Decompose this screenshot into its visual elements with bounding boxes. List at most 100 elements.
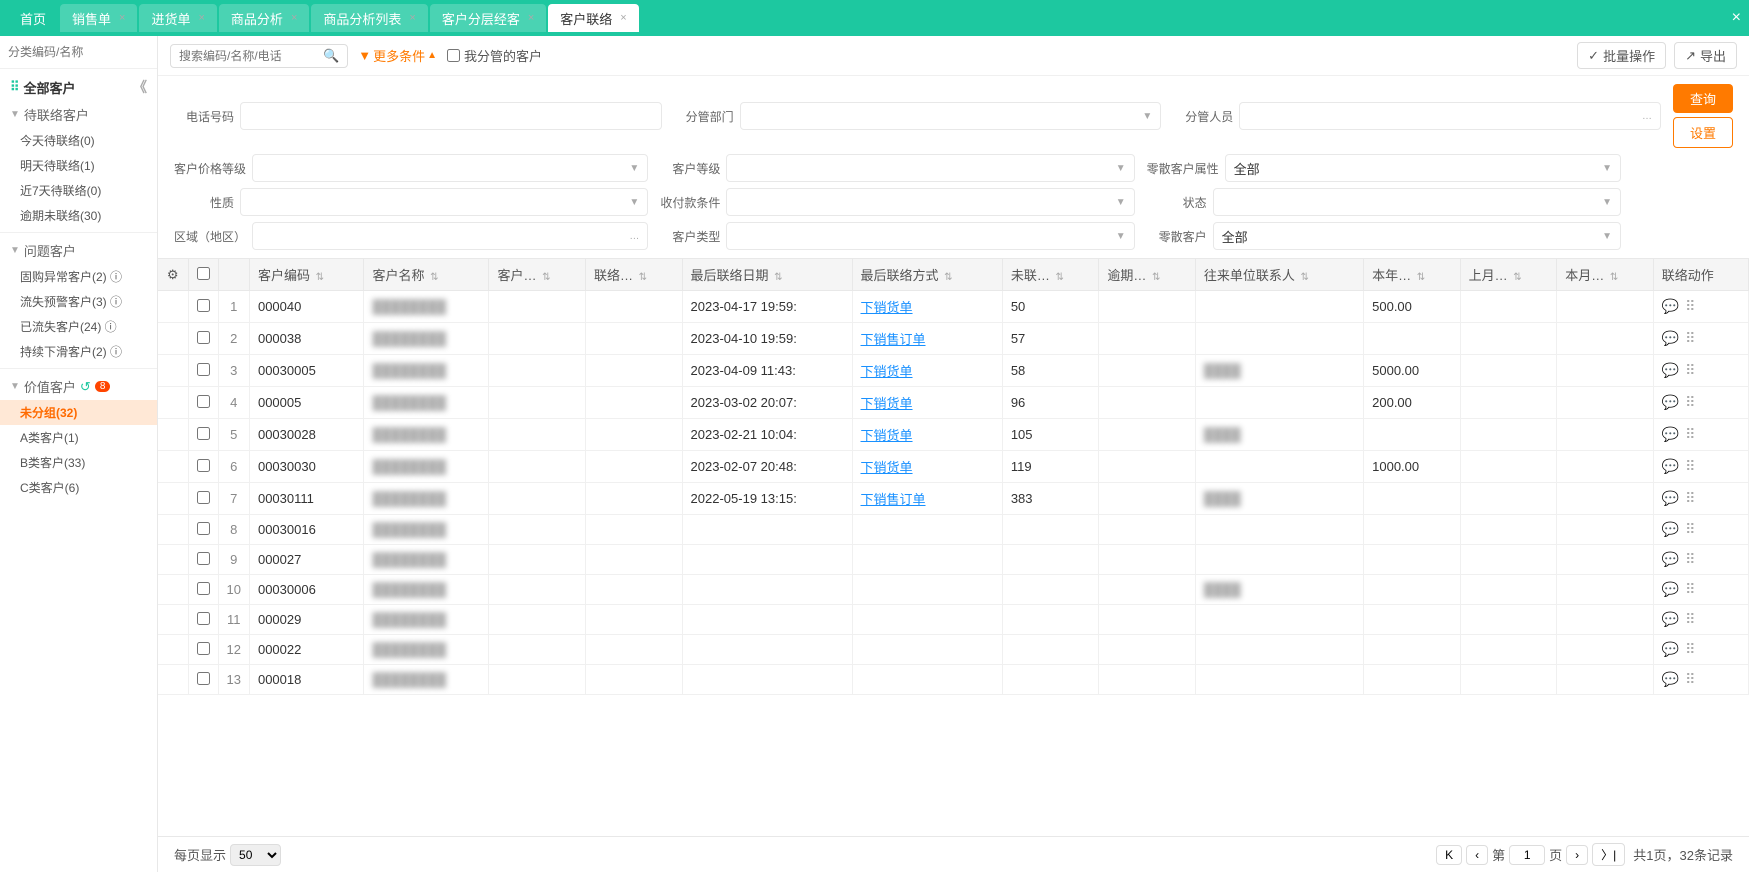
close-product-analysis-list-tab[interactable]: × xyxy=(409,12,415,24)
action-chat-icon[interactable]: 💬 xyxy=(1662,551,1679,568)
sidebar-group-value[interactable]: ▼ 价值客户 ↺ 8 xyxy=(0,373,157,400)
col-settings[interactable]: ⚙ xyxy=(158,259,188,291)
row-last-contact-method[interactable]: 下销货单 xyxy=(852,419,1002,451)
col-code[interactable]: 客户编码 ⇅ xyxy=(249,259,363,291)
close-product-analysis-tab[interactable]: × xyxy=(291,12,297,24)
row-checkbox-4[interactable] xyxy=(197,427,210,440)
row-checkbox-10[interactable] xyxy=(197,612,210,625)
row-last-contact-method[interactable] xyxy=(852,575,1002,605)
row-last-contact-method[interactable] xyxy=(852,605,1002,635)
sidebar-collapse-btn[interactable]: 《 xyxy=(133,77,147,97)
action-more-icon[interactable]: ⠿ xyxy=(1685,426,1695,443)
sidebar-item-ungroup[interactable]: 未分组(32) xyxy=(0,400,157,425)
row-last-contact-method[interactable]: 下销货单 xyxy=(852,355,1002,387)
tab-purchase[interactable]: 进货单 × xyxy=(139,4,216,32)
sidebar-item-lost[interactable]: 已流失客户(24) ⓘ xyxy=(0,314,157,339)
sidebar-item-churn-risk[interactable]: 流失预警客户(3) ⓘ xyxy=(0,289,157,314)
action-more-icon[interactable]: ⠿ xyxy=(1685,641,1695,658)
row-checkbox-3[interactable] xyxy=(197,395,210,408)
filter-price-level-select[interactable]: ▼ xyxy=(252,154,648,182)
row-checkbox-0[interactable] xyxy=(197,299,210,312)
batch-op-btn[interactable]: ✓ 批量操作 xyxy=(1577,42,1666,69)
filter-nature-select[interactable]: ▼ xyxy=(240,188,648,216)
action-more-icon[interactable]: ⠿ xyxy=(1685,581,1695,598)
action-chat-icon[interactable]: 💬 xyxy=(1662,458,1679,475)
sidebar-item-abnormal[interactable]: 固购异常客户(2) ⓘ xyxy=(0,264,157,289)
filter-payment-select[interactable]: ▼ xyxy=(726,188,1134,216)
row-last-contact-method[interactable]: 下销货单 xyxy=(852,451,1002,483)
filter-dept-select[interactable]: ▼ xyxy=(740,102,1162,130)
per-page-select[interactable]: 50 100 200 xyxy=(230,844,281,866)
tab-home[interactable]: 首页 xyxy=(8,4,58,32)
row-checkbox-6[interactable] xyxy=(197,491,210,504)
select-all-checkbox[interactable] xyxy=(197,267,210,280)
col-partner-contact[interactable]: 往来单位联系人 ⇅ xyxy=(1195,259,1363,291)
col-this-year[interactable]: 本年… ⇅ xyxy=(1364,259,1461,291)
action-more-icon[interactable]: ⠿ xyxy=(1685,458,1695,475)
tab-product-analysis-list[interactable]: 商品分析列表 × xyxy=(311,4,427,32)
row-checkbox-1[interactable] xyxy=(197,331,210,344)
last-page-btn[interactable]: 〉| xyxy=(1592,843,1625,866)
page-input[interactable] xyxy=(1509,845,1545,865)
contact-method-link[interactable]: 下销售订单 xyxy=(861,332,926,347)
tab-product-analysis[interactable]: 商品分析 × xyxy=(219,4,309,32)
action-chat-icon[interactable]: 💬 xyxy=(1662,581,1679,598)
close-purchase-tab[interactable]: × xyxy=(198,12,204,24)
sidebar-item-today[interactable]: 今天待联络(0) xyxy=(0,128,157,153)
action-chat-icon[interactable]: 💬 xyxy=(1662,671,1679,688)
filter-search-icon[interactable]: 🔍 xyxy=(323,48,339,64)
sidebar-search-input[interactable] xyxy=(8,45,158,59)
col-this-month[interactable]: 本月… ⇅ xyxy=(1557,259,1654,291)
contact-method-link[interactable]: 下销货单 xyxy=(861,300,913,315)
row-checkbox-12[interactable] xyxy=(197,672,210,685)
filter-person-select[interactable]: … xyxy=(1239,102,1661,130)
sidebar-item-week[interactable]: 近7天待联络(0) xyxy=(0,178,157,203)
filter-customer-level-select[interactable]: ▼ xyxy=(726,154,1134,182)
filter-search-input[interactable] xyxy=(179,49,319,63)
action-chat-icon[interactable]: 💬 xyxy=(1662,521,1679,538)
row-checkbox-8[interactable] xyxy=(197,552,210,565)
col-overdue[interactable]: 逾期… ⇅ xyxy=(1099,259,1196,291)
col-name[interactable]: 客户名称 ⇅ xyxy=(364,259,489,291)
filter-retail-customer-select[interactable]: 全部▼ xyxy=(1213,222,1621,250)
my-customers-checkbox-label[interactable]: 我分管的客户 xyxy=(447,46,542,65)
filter-region-select[interactable]: … xyxy=(252,222,648,250)
contact-method-link[interactable]: 下销货单 xyxy=(861,396,913,411)
col-type[interactable]: 客户… ⇅ xyxy=(489,259,586,291)
sidebar-item-declining[interactable]: 持续下滑客户(2) ⓘ xyxy=(0,339,157,364)
action-chat-icon[interactable]: 💬 xyxy=(1662,362,1679,379)
row-checkbox-11[interactable] xyxy=(197,642,210,655)
contact-method-link[interactable]: 下销货单 xyxy=(861,364,913,379)
row-checkbox-7[interactable] xyxy=(197,522,210,535)
sidebar-item-overdue[interactable]: 逾期未联络(30) xyxy=(0,203,157,228)
col-contact[interactable]: 联络… ⇅ xyxy=(586,259,683,291)
filter-customer-type-select[interactable]: ▼ xyxy=(726,222,1134,250)
sidebar-item-b-class[interactable]: B类客户(33) xyxy=(0,450,157,475)
contact-method-link[interactable]: 下销货单 xyxy=(861,428,913,443)
row-last-contact-method[interactable] xyxy=(852,665,1002,695)
row-last-contact-method[interactable]: 下销货单 xyxy=(852,387,1002,419)
action-more-icon[interactable]: ⠿ xyxy=(1685,330,1695,347)
action-more-icon[interactable]: ⠿ xyxy=(1685,671,1695,688)
tab-customer-contact[interactable]: 客户联络 × xyxy=(548,4,638,32)
sidebar-item-a-class[interactable]: A类客户(1) xyxy=(0,425,157,450)
next-page-btn[interactable]: › xyxy=(1566,845,1588,865)
reset-btn[interactable]: 设置 xyxy=(1673,117,1733,148)
prev-page-btn[interactable]: ‹ xyxy=(1466,845,1488,865)
export-btn[interactable]: ↗ 导出 xyxy=(1674,42,1737,69)
action-more-icon[interactable]: ⠿ xyxy=(1685,551,1695,568)
query-btn[interactable]: 查询 xyxy=(1673,84,1733,113)
action-chat-icon[interactable]: 💬 xyxy=(1662,426,1679,443)
first-page-btn[interactable]: K xyxy=(1436,845,1462,865)
row-checkbox-2[interactable] xyxy=(197,363,210,376)
sidebar-item-tomorrow[interactable]: 明天待联络(1) xyxy=(0,153,157,178)
action-more-icon[interactable]: ⠿ xyxy=(1685,362,1695,379)
col-last-contact-date[interactable]: 最后联络日期 ⇅ xyxy=(682,259,852,291)
filter-retail-attr-select[interactable]: 全部▼ xyxy=(1225,154,1621,182)
action-chat-icon[interactable]: 💬 xyxy=(1662,641,1679,658)
value-refresh-icon[interactable]: ↺ xyxy=(80,379,91,395)
action-chat-icon[interactable]: 💬 xyxy=(1662,490,1679,507)
row-last-contact-method[interactable]: 下销售订单 xyxy=(852,483,1002,515)
filter-phone-input[interactable] xyxy=(240,102,662,130)
action-more-icon[interactable]: ⠿ xyxy=(1685,490,1695,507)
